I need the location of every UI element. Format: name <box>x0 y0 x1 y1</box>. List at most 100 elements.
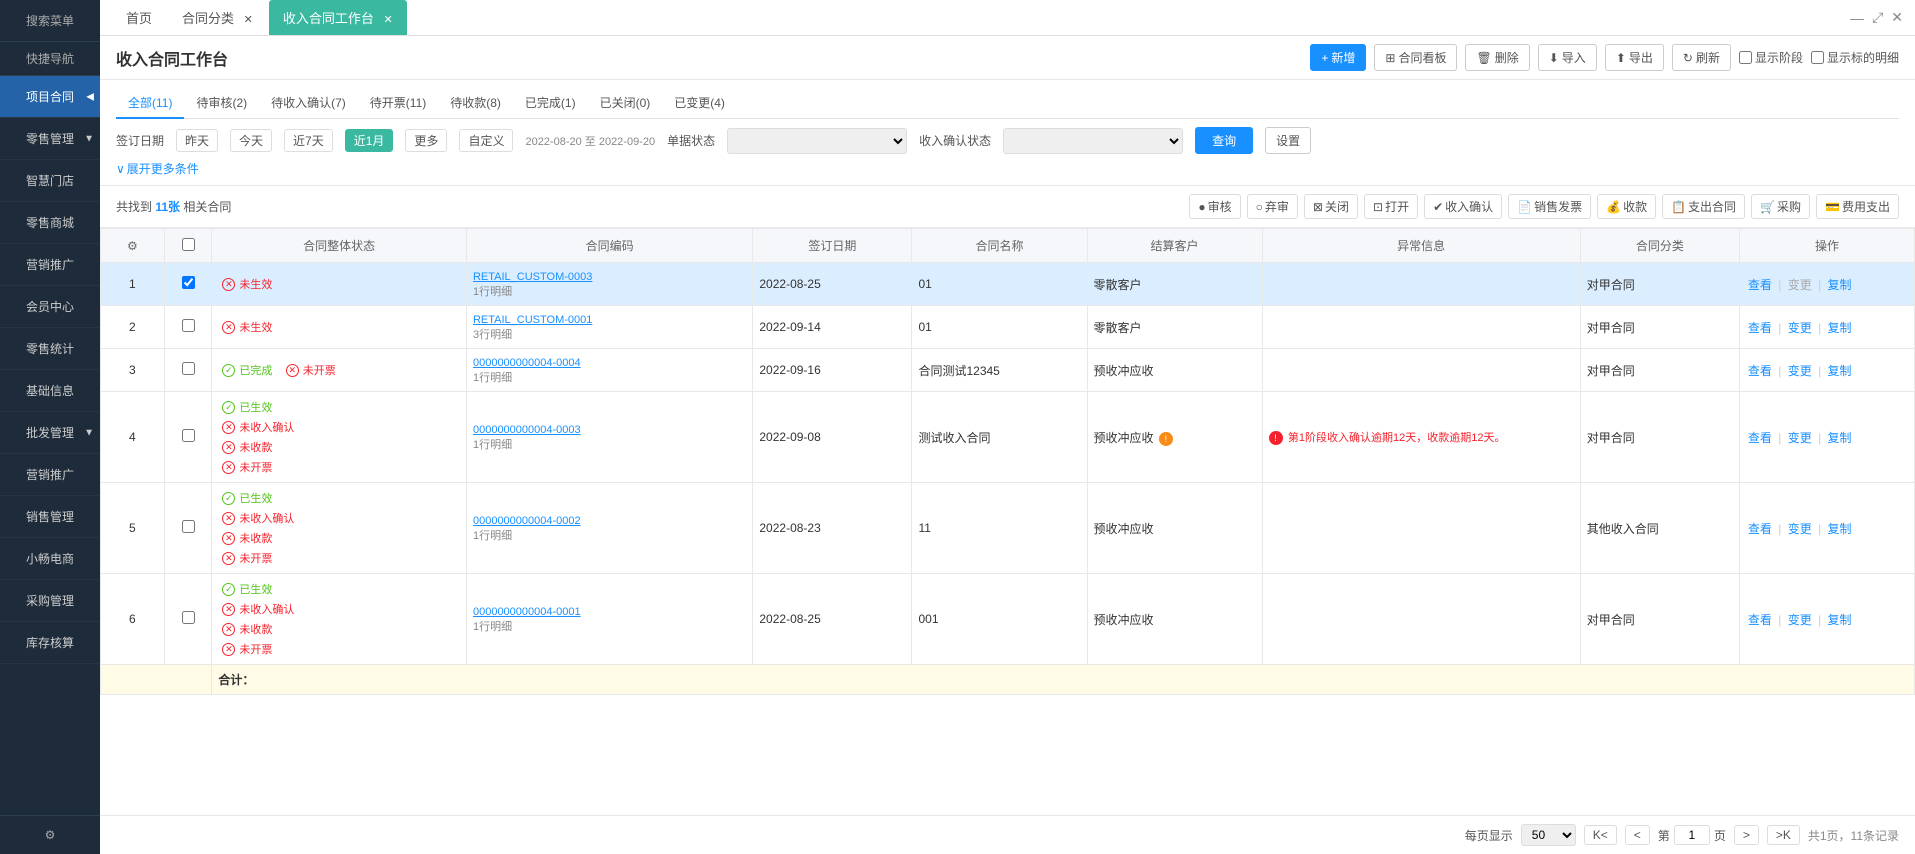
edit-link[interactable]: 变更 <box>1788 364 1812 378</box>
expand-more-btn[interactable]: ∨ 展开更多条件 <box>116 160 1899 177</box>
contract-code-link[interactable]: RETAIL_CUSTOM-0003 <box>473 271 592 283</box>
page-size-select[interactable]: 10 20 50 100 <box>1521 824 1576 846</box>
filter-tab-pending-income[interactable]: 待收入确认(7) <box>259 88 358 119</box>
last-page-btn[interactable]: >K <box>1767 825 1800 845</box>
page-input[interactable] <box>1674 825 1710 845</box>
row-checkbox[interactable] <box>182 319 195 332</box>
filter-tab-completed[interactable]: 已完成(1) <box>513 88 588 119</box>
view-link[interactable]: 查看 <box>1748 522 1772 536</box>
sidebar-item-retail-stats[interactable]: 零售统计 <box>0 328 100 370</box>
sidebar-search[interactable]: 搜索菜单 <box>0 0 100 42</box>
tab-contract-category[interactable]: 合同分类 ✕ <box>168 0 267 35</box>
col-select-all[interactable] <box>164 229 212 263</box>
row-checkbox[interactable] <box>182 276 195 289</box>
row-checkbox[interactable] <box>182 429 195 442</box>
doc-status-select[interactable] <box>727 128 907 154</box>
show-tags-input[interactable] <box>1811 51 1824 64</box>
view-link[interactable]: 查看 <box>1748 613 1772 627</box>
query-button[interactable]: 查询 <box>1195 127 1253 154</box>
copy-link[interactable]: 复制 <box>1828 522 1852 536</box>
contract-code-link[interactable]: 0000000000004-0004 <box>473 357 581 369</box>
row-checkbox-cell[interactable] <box>164 263 212 306</box>
row-checkbox-cell[interactable] <box>164 483 212 574</box>
sidebar-item-inventory[interactable]: 库存核算 <box>0 622 100 664</box>
maximize-button[interactable]: ⤢ <box>1872 9 1883 26</box>
expense-btn[interactable]: 💳 费用支出 <box>1816 194 1899 219</box>
copy-link[interactable]: 复制 <box>1828 321 1852 335</box>
filter-custom[interactable]: 自定义 <box>459 129 513 152</box>
show-columns-input[interactable] <box>1739 51 1752 64</box>
filter-tab-pending-invoice[interactable]: 待开票(11) <box>358 88 438 119</box>
view-link[interactable]: 查看 <box>1748 364 1772 378</box>
filter-tab-all[interactable]: 全部(11) <box>116 88 184 119</box>
copy-link[interactable]: 复制 <box>1828 364 1852 378</box>
copy-link[interactable]: 复制 <box>1828 431 1852 445</box>
edit-link[interactable]: 变更 <box>1788 522 1812 536</box>
sidebar-item-member[interactable]: 会员中心 <box>0 286 100 328</box>
row-checkbox-cell[interactable] <box>164 306 212 349</box>
audit-btn[interactable]: ● 审核 <box>1189 194 1240 219</box>
minimize-button[interactable]: — <box>1850 10 1864 26</box>
next-page-btn[interactable]: > <box>1734 825 1759 845</box>
sidebar-item-sales[interactable]: 销售管理 <box>0 496 100 538</box>
edit-link[interactable]: 变更 <box>1788 431 1812 445</box>
tab-home[interactable]: 首页 <box>112 0 166 35</box>
copy-link[interactable]: 复制 <box>1828 278 1852 292</box>
filter-yesterday[interactable]: 昨天 <box>176 129 218 152</box>
filter-last7[interactable]: 近7天 <box>284 129 333 152</box>
show-columns-checkbox[interactable]: 显示阶段 <box>1739 49 1803 66</box>
sidebar-nav[interactable]: 快捷导航 <box>0 42 100 76</box>
view-link[interactable]: 查看 <box>1748 321 1772 335</box>
row-checkbox-cell[interactable] <box>164 574 212 665</box>
filter-tab-closed[interactable]: 已关闭(0) <box>588 88 663 119</box>
sidebar-item-ecommerce[interactable]: 小畅电商 <box>0 538 100 580</box>
new-button[interactable]: + 新增 <box>1310 44 1366 71</box>
row-checkbox[interactable] <box>182 611 195 624</box>
sidebar-item-purchase[interactable]: 采购管理 <box>0 580 100 622</box>
income-confirm-btn[interactable]: ✔ 收入确认 <box>1424 194 1502 219</box>
sidebar-item-marketing2[interactable]: 营销推广 <box>0 454 100 496</box>
filter-today[interactable]: 今天 <box>230 129 272 152</box>
sidebar-item-smart-store[interactable]: 智慧门店 <box>0 160 100 202</box>
tab-contract-category-close[interactable]: ✕ <box>244 14 253 26</box>
export-button[interactable]: ⬆ 导出 <box>1605 44 1664 71</box>
sidebar-item-retail-mall[interactable]: 零售商城 <box>0 202 100 244</box>
contract-code-link[interactable]: 0000000000004-0003 <box>473 424 581 436</box>
contract-code-link[interactable]: 0000000000004-0002 <box>473 515 581 527</box>
copy-link[interactable]: 复制 <box>1828 613 1852 627</box>
sidebar-item-wholesale[interactable]: 批发管理 ▼ <box>0 412 100 454</box>
purchase-btn[interactable]: 🛒 采购 <box>1751 194 1810 219</box>
close-btn[interactable]: ⊠ 关闭 <box>1304 194 1358 219</box>
filter-tab-pending-review[interactable]: 待审核(2) <box>184 88 259 119</box>
settings-button[interactable]: 设置 <box>1265 127 1311 154</box>
view-link[interactable]: 查看 <box>1748 278 1772 292</box>
tab-income-workbench-close[interactable]: ✕ <box>384 14 393 26</box>
filter-more[interactable]: 更多 <box>405 129 447 152</box>
sales-invoice-btn[interactable]: 📄 销售发票 <box>1508 194 1591 219</box>
row-checkbox-cell[interactable] <box>164 392 212 483</box>
select-all-checkbox[interactable] <box>182 238 195 251</box>
filter-tab-changed[interactable]: 已变更(4) <box>662 88 737 119</box>
edit-link[interactable]: 变更 <box>1788 321 1812 335</box>
row-checkbox[interactable] <box>182 520 195 533</box>
open-btn[interactable]: ⊡ 打开 <box>1364 194 1418 219</box>
sidebar-item-retail[interactable]: 零售管理 ▼ <box>0 118 100 160</box>
filter-tab-pending-payment[interactable]: 待收款(8) <box>438 88 513 119</box>
show-tags-checkbox[interactable]: 显示标的明细 <box>1811 49 1899 66</box>
row-checkbox[interactable] <box>182 362 195 375</box>
payment-btn[interactable]: 💰 收款 <box>1597 194 1656 219</box>
abandon-btn[interactable]: ○ 弃审 <box>1247 194 1298 219</box>
edit-link[interactable]: 变更 <box>1788 278 1812 292</box>
sidebar-item-project[interactable]: 项目合同 ◀ <box>0 76 100 118</box>
row-checkbox-cell[interactable] <box>164 349 212 392</box>
sidebar-item-marketing[interactable]: 营销推广 <box>0 244 100 286</box>
contract-board-button[interactable]: ⊞ 合同看板 <box>1374 44 1457 71</box>
sidebar-item-basic-info[interactable]: 基础信息 <box>0 370 100 412</box>
import-button[interactable]: ⬇ 导入 <box>1538 44 1597 71</box>
income-confirm-select[interactable] <box>1003 128 1183 154</box>
contract-code-link[interactable]: 0000000000004-0001 <box>473 606 581 618</box>
tab-income-workbench[interactable]: 收入合同工作台 ✕ <box>269 0 407 35</box>
contract-code-link[interactable]: RETAIL_CUSTOM-0001 <box>473 314 592 326</box>
first-page-btn[interactable]: K< <box>1584 825 1617 845</box>
sidebar-settings[interactable]: ⚙ <box>0 815 100 854</box>
